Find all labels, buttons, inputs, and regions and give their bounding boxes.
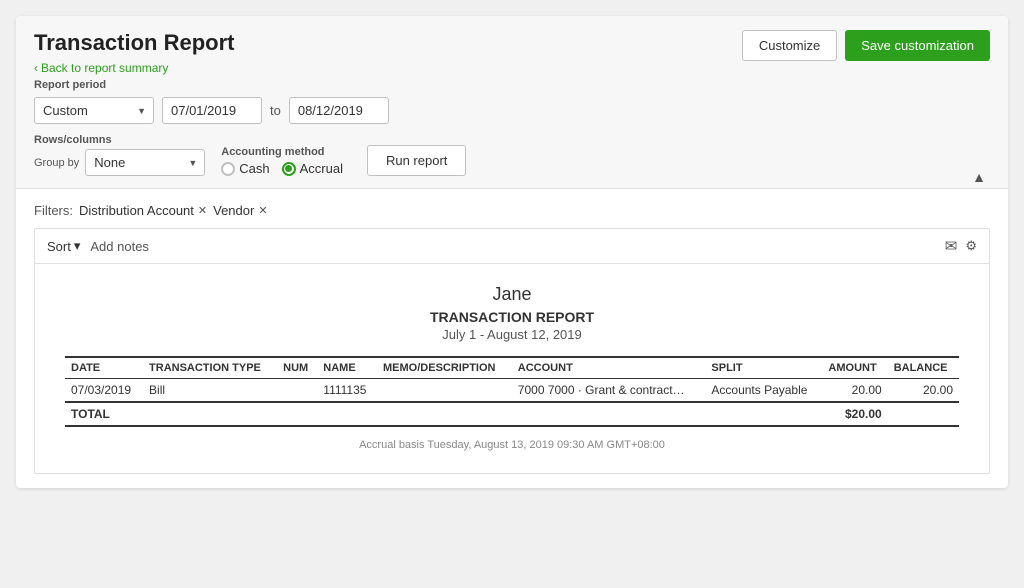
- col-header-transaction-type: TRANSACTION TYPE: [143, 357, 277, 379]
- accrual-radio-button[interactable]: [282, 162, 296, 176]
- col-header-num: NUM: [277, 357, 317, 379]
- col-header-account: ACCOUNT: [512, 357, 706, 379]
- chevron-left-icon: ‹: [34, 61, 38, 75]
- period-type-select[interactable]: Custom: [34, 97, 154, 124]
- report-table: DATE TRANSACTION TYPE NUM NAME MEMO/DESC…: [65, 356, 959, 427]
- report-footer: Accrual basis Tuesday, August 13, 2019 0…: [65, 427, 959, 457]
- col-header-split: SPLIT: [705, 357, 822, 379]
- date-to-input[interactable]: [289, 97, 389, 124]
- table-header-row: DATE TRANSACTION TYPE NUM NAME MEMO/DESC…: [65, 357, 959, 379]
- run-report-button[interactable]: Run report: [367, 145, 466, 176]
- cell-date: 07/03/2019: [65, 379, 143, 403]
- to-label: to: [270, 103, 281, 118]
- toolbar-left: Sort ▾ Add notes: [47, 238, 149, 254]
- cash-radio-item[interactable]: Cash: [221, 161, 269, 176]
- col-header-date: DATE: [65, 357, 143, 379]
- group-by-select-wrapper: None: [85, 149, 205, 176]
- total-label: TOTAL: [65, 402, 822, 426]
- cash-label: Cash: [239, 161, 269, 176]
- sort-button[interactable]: Sort ▾: [47, 238, 80, 254]
- add-notes-button[interactable]: Add notes: [90, 239, 149, 254]
- cell-memo: [377, 379, 512, 403]
- rows-columns-label: Rows/columns: [34, 134, 205, 146]
- cell-name: 1111135: [317, 379, 377, 403]
- accrual-label: Accrual: [300, 161, 343, 176]
- sort-chevron-icon: ▾: [74, 238, 81, 254]
- col-header-amount: AMOUNT: [822, 357, 887, 379]
- filter-tag-distribution-account: Distribution Account ✕: [79, 203, 207, 218]
- filter-vendor-text: Vendor: [213, 203, 254, 218]
- rows-columns-section: Rows/columns Group by None Accounting me…: [34, 134, 990, 176]
- cell-transaction-type: Bill: [143, 379, 277, 403]
- report-title: TRANSACTION REPORT: [65, 309, 959, 325]
- customize-button[interactable]: Customize: [742, 30, 837, 61]
- report-company-name: Jane: [65, 284, 959, 305]
- filter-tag-vendor: Vendor ✕: [213, 203, 267, 218]
- period-type-select-wrapper: Custom: [34, 97, 154, 124]
- filters-row: Filters: Distribution Account ✕ Vendor ✕: [34, 203, 990, 218]
- sort-label: Sort: [47, 239, 71, 254]
- accounting-method-radio-group: Cash Accrual: [221, 161, 343, 176]
- cell-balance: 20.00: [888, 379, 959, 403]
- cell-amount: 20.00: [822, 379, 887, 403]
- cell-account: 7000 7000 · Grant & contract…: [512, 379, 706, 403]
- group-by-select[interactable]: None: [85, 149, 205, 176]
- toolbar-right: ✉ ⚙: [945, 237, 977, 255]
- col-header-name: NAME: [317, 357, 377, 379]
- filter-distribution-account-remove[interactable]: ✕: [198, 204, 207, 217]
- table-row: 07/03/2019 Bill 1111135 7000 7000 · Gran…: [65, 379, 959, 403]
- cell-split: Accounts Payable: [705, 379, 822, 403]
- report-container: Sort ▾ Add notes ✉ ⚙ Jane TRANSACTION RE…: [34, 228, 990, 474]
- report-date-range: July 1 - August 12, 2019: [65, 327, 959, 342]
- col-header-memo: MEMO/DESCRIPTION: [377, 357, 512, 379]
- header-section: Customize Save customization Transaction…: [16, 16, 1008, 189]
- report-period-label: Report period: [34, 79, 990, 91]
- collapse-button[interactable]: ▲: [968, 165, 990, 189]
- accrual-radio-item[interactable]: Accrual: [282, 161, 343, 176]
- total-amount: $20.00: [822, 402, 887, 426]
- cell-num: [277, 379, 317, 403]
- period-controls-row: Custom to: [34, 97, 990, 124]
- date-from-input[interactable]: [162, 97, 262, 124]
- accounting-method-group: Accounting method Cash Accrual: [221, 146, 343, 176]
- settings-icon[interactable]: ⚙: [965, 238, 977, 254]
- group-by-field: Rows/columns Group by None: [34, 134, 205, 176]
- save-customization-button[interactable]: Save customization: [845, 30, 990, 61]
- col-header-balance: BALANCE: [888, 357, 959, 379]
- total-row: TOTAL $20.00: [65, 402, 959, 426]
- back-to-summary-link[interactable]: ‹ Back to report summary: [34, 61, 168, 75]
- report-toolbar: Sort ▾ Add notes ✉ ⚙: [35, 229, 989, 264]
- cash-radio-button[interactable]: [221, 162, 235, 176]
- accounting-method-label: Accounting method: [221, 146, 343, 158]
- report-body: Jane TRANSACTION REPORT July 1 - August …: [35, 264, 989, 473]
- filters-label: Filters:: [34, 203, 73, 218]
- total-balance-empty: [888, 402, 959, 426]
- email-icon[interactable]: ✉: [945, 237, 958, 255]
- content-section: Filters: Distribution Account ✕ Vendor ✕…: [16, 189, 1008, 488]
- filter-distribution-account-text: Distribution Account: [79, 203, 194, 218]
- group-by-label: Group by: [34, 157, 79, 169]
- filter-vendor-remove[interactable]: ✕: [258, 204, 267, 217]
